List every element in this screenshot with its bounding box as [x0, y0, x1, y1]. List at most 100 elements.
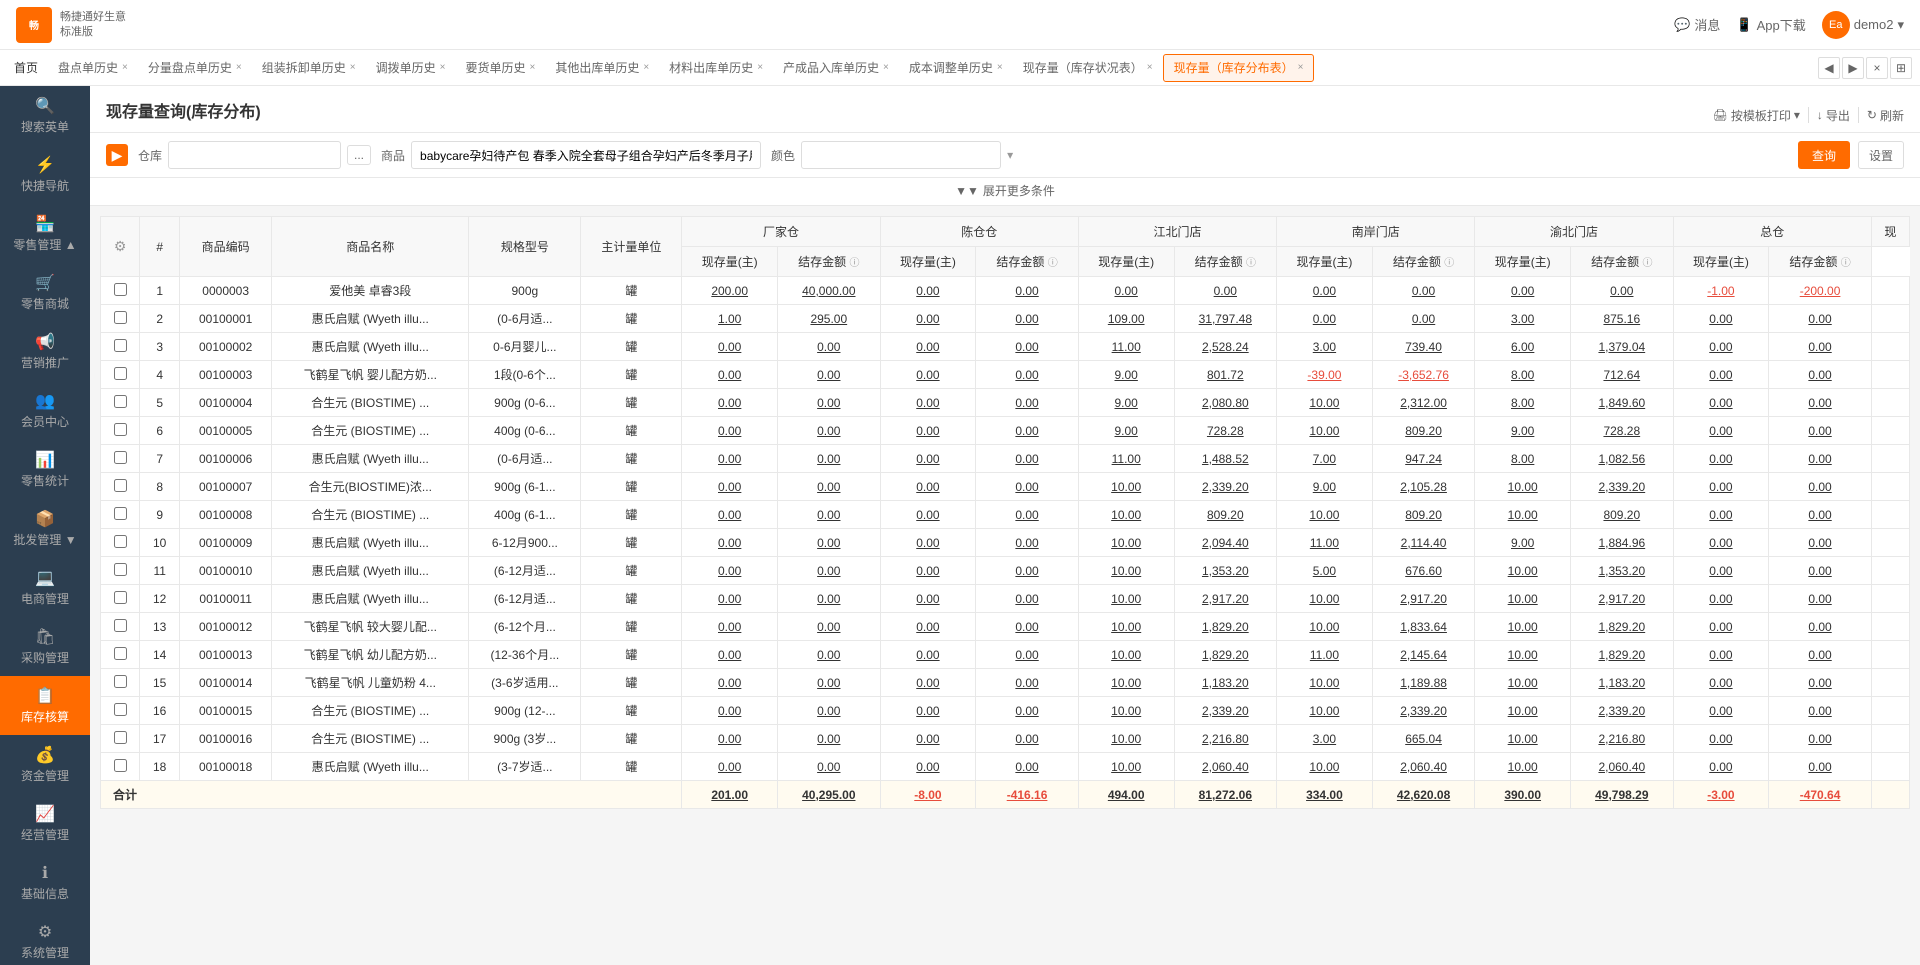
table-cell[interactable]: 0.00	[1078, 277, 1174, 305]
table-cell[interactable]: 5.00	[1277, 557, 1373, 585]
tab-qitachu[interactable]: 其他出库单历史 ×	[545, 54, 659, 82]
sidebar-item-ecommerce[interactable]: 💻 电商管理	[0, 558, 90, 617]
table-cell[interactable]: 809.20	[1571, 501, 1674, 529]
table-cell[interactable]: 0.00	[880, 529, 976, 557]
table-cell[interactable]: 0.00	[1673, 753, 1769, 781]
table-cell[interactable]: 0.00	[1769, 669, 1872, 697]
table-cell[interactable]: 10.00	[1475, 585, 1571, 613]
row-checkbox[interactable]	[101, 501, 140, 529]
warehouse-input[interactable]	[168, 141, 341, 169]
table-cell[interactable]: 0.00	[880, 669, 976, 697]
table-cell[interactable]: 1,829.20	[1174, 641, 1277, 669]
table-cell[interactable]: 0.00	[880, 445, 976, 473]
sidebar-item-search[interactable]: 🔍 搜索英单	[0, 86, 90, 145]
table-cell[interactable]: 10.00	[1475, 697, 1571, 725]
message-btn[interactable]: 💬 消息	[1674, 15, 1720, 34]
table-cell[interactable]: 2,105.28	[1372, 473, 1475, 501]
table-cell[interactable]: 10.00	[1078, 669, 1174, 697]
sidebar-item-retail-stats[interactable]: 📊 零售统计	[0, 440, 90, 499]
table-cell[interactable]: 0.00	[880, 361, 976, 389]
table-cell[interactable]: 0.00	[778, 585, 881, 613]
table-cell[interactable]: 8.00	[1475, 445, 1571, 473]
table-cell[interactable]: 9.00	[1078, 361, 1174, 389]
table-cell[interactable]: 2,339.20	[1174, 697, 1277, 725]
table-cell[interactable]: 1,353.20	[1571, 557, 1674, 585]
row-checkbox[interactable]	[101, 529, 140, 557]
table-cell[interactable]: 200.00	[682, 277, 778, 305]
table-cell[interactable]: 0.00	[1769, 613, 1872, 641]
table-cell[interactable]: 0.00	[976, 417, 1079, 445]
table-cell[interactable]: 10.00	[1078, 641, 1174, 669]
table-cell[interactable]: 0.00	[1769, 501, 1872, 529]
print-btn[interactable]: 🖨 按模板打印 ▾	[1713, 107, 1800, 124]
warehouse-ellipsis-btn[interactable]: ...	[347, 145, 371, 165]
sidebar-item-marketing[interactable]: 📢 营销推广	[0, 322, 90, 381]
table-cell[interactable]: 10.00	[1078, 613, 1174, 641]
tab-home[interactable]: 首页	[4, 54, 48, 82]
close-icon[interactable]: ×	[883, 62, 889, 73]
table-cell[interactable]: 0.00	[976, 557, 1079, 585]
table-cell[interactable]: 0.00	[880, 613, 976, 641]
table-cell[interactable]: 3.00	[1277, 333, 1373, 361]
row-checkbox[interactable]	[101, 613, 140, 641]
table-cell[interactable]: 1,829.20	[1571, 613, 1674, 641]
user-menu[interactable]: Ea demo2 ▾	[1822, 11, 1904, 39]
table-cell[interactable]: 0.00	[1769, 389, 1872, 417]
close-icon[interactable]: ×	[757, 62, 763, 73]
row-checkbox[interactable]	[101, 277, 140, 305]
table-cell[interactable]: 8.00	[1475, 389, 1571, 417]
goods-input[interactable]	[411, 141, 761, 169]
table-cell[interactable]: 0.00	[880, 557, 976, 585]
table-cell[interactable]: 1,353.20	[1174, 557, 1277, 585]
table-cell[interactable]: 0.00	[880, 753, 976, 781]
table-cell[interactable]: 2,080.80	[1174, 389, 1277, 417]
table-cell[interactable]: -3,652.76	[1372, 361, 1475, 389]
sidebar-item-system[interactable]: ⚙ 系统管理	[0, 912, 90, 965]
sidebar-item-quicknav[interactable]: ⚡ 快捷导航	[0, 145, 90, 204]
table-cell[interactable]: 1,829.20	[1571, 641, 1674, 669]
table-cell[interactable]: 0.00	[682, 333, 778, 361]
row-checkbox[interactable]	[101, 585, 140, 613]
table-cell[interactable]: 0.00	[880, 473, 976, 501]
table-cell[interactable]: 0.00	[1277, 305, 1373, 333]
table-cell[interactable]: 11.00	[1277, 641, 1373, 669]
table-cell[interactable]: 9.00	[1078, 417, 1174, 445]
tab-yaohuo[interactable]: 要货单历史 ×	[455, 54, 545, 82]
table-cell[interactable]: 728.28	[1571, 417, 1674, 445]
tab-prev-btn[interactable]: ◀	[1818, 57, 1840, 79]
table-cell[interactable]: 0.00	[1673, 305, 1769, 333]
table-cell[interactable]: 0.00	[1673, 333, 1769, 361]
table-cell[interactable]: 809.20	[1174, 501, 1277, 529]
row-checkbox[interactable]	[101, 333, 140, 361]
table-cell[interactable]: 0.00	[976, 277, 1079, 305]
table-cell[interactable]: 2,216.80	[1571, 725, 1674, 753]
table-cell[interactable]: 0.00	[1769, 725, 1872, 753]
table-cell[interactable]: 11.00	[1078, 333, 1174, 361]
close-icon[interactable]: ×	[643, 62, 649, 73]
row-checkbox[interactable]	[101, 753, 140, 781]
table-cell[interactable]: 712.64	[1571, 361, 1674, 389]
sidebar-item-basic-info[interactable]: ℹ 基础信息	[0, 853, 90, 912]
table-cell[interactable]: 1,849.60	[1571, 389, 1674, 417]
table-cell[interactable]: 1,183.20	[1174, 669, 1277, 697]
table-cell[interactable]: 2,917.20	[1174, 585, 1277, 613]
table-cell[interactable]: 0.00	[1769, 361, 1872, 389]
refresh-btn[interactable]: ↻ 刷新	[1867, 107, 1904, 124]
table-cell[interactable]: 10.00	[1277, 669, 1373, 697]
table-cell[interactable]: 10.00	[1078, 529, 1174, 557]
table-cell[interactable]: 0.00	[976, 445, 1079, 473]
export-btn[interactable]: ↓ 导出	[1817, 107, 1850, 124]
table-cell[interactable]: 0.00	[1769, 585, 1872, 613]
table-cell[interactable]: 0.00	[1673, 417, 1769, 445]
table-cell[interactable]: 0.00	[682, 697, 778, 725]
table-cell[interactable]: 0.00	[880, 725, 976, 753]
app-download-btn[interactable]: 📱 App下载	[1736, 15, 1805, 34]
table-cell[interactable]: 10.00	[1277, 585, 1373, 613]
table-cell[interactable]: 10.00	[1475, 641, 1571, 669]
table-cell[interactable]: 1,379.04	[1571, 333, 1674, 361]
table-cell[interactable]: 0.00	[682, 529, 778, 557]
row-checkbox[interactable]	[101, 557, 140, 585]
table-cell[interactable]: 0.00	[778, 389, 881, 417]
table-cell[interactable]: 0.00	[1673, 557, 1769, 585]
table-cell[interactable]: 0.00	[1673, 529, 1769, 557]
